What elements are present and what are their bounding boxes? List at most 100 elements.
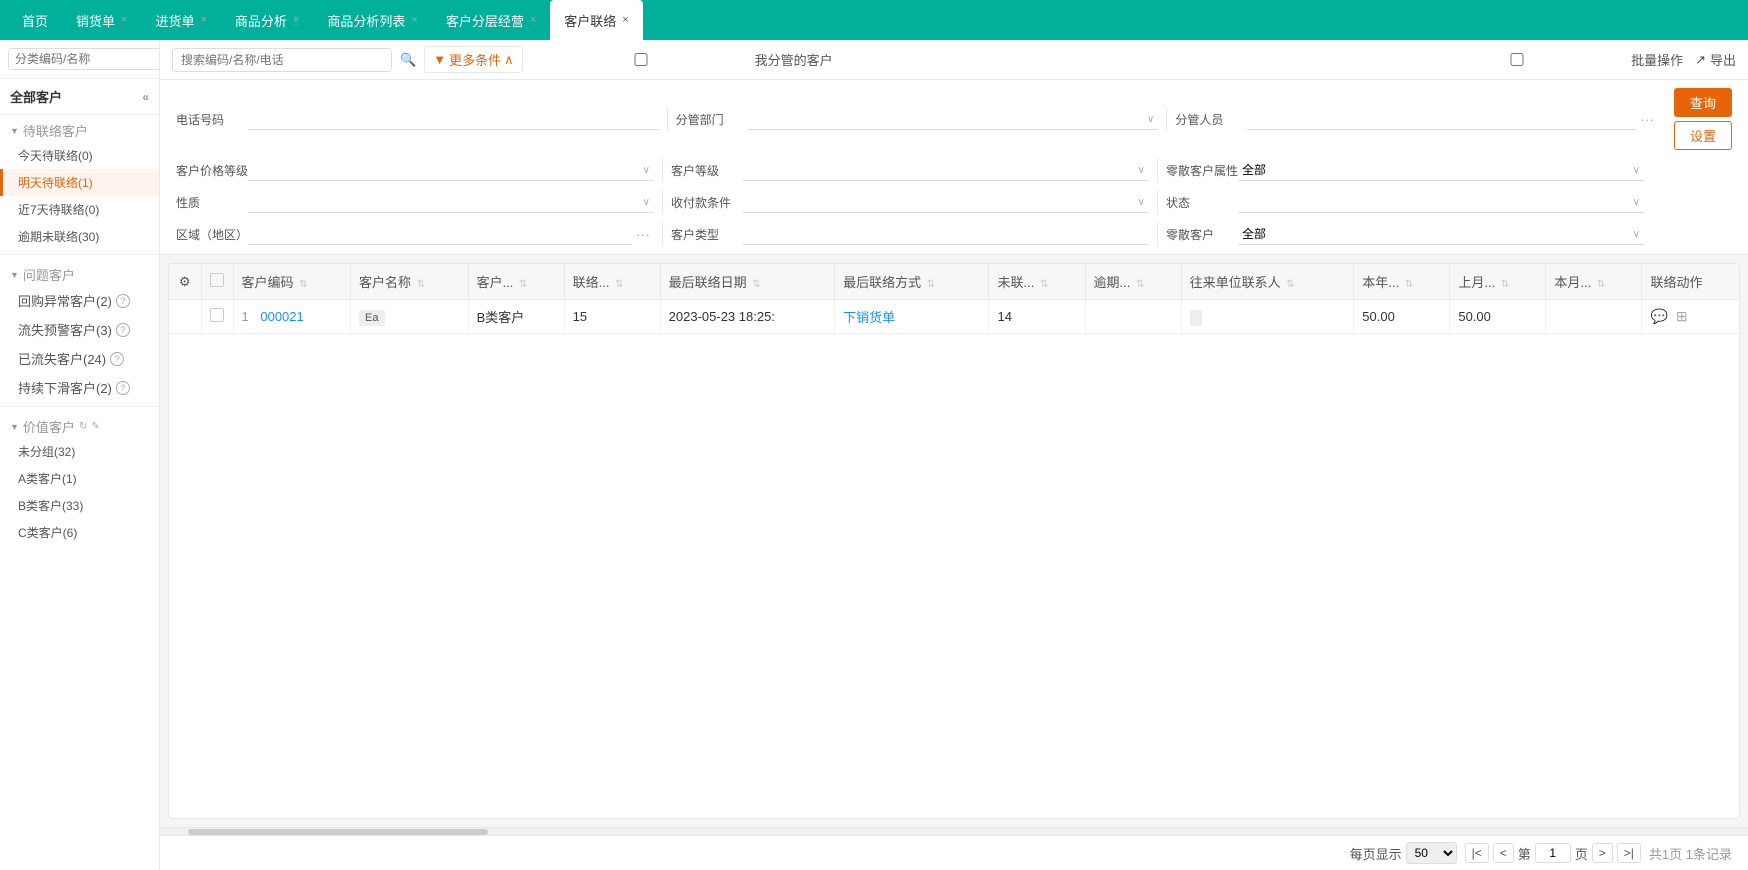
sidebar-item-today[interactable]: 今天待联络(0) xyxy=(0,142,159,169)
col-uncontacted-header[interactable]: 未联... ⇅ xyxy=(989,264,1085,300)
col-overdue-header[interactable]: 逾期... ⇅ xyxy=(1085,264,1181,300)
reset-button[interactable]: 设置 xyxy=(1674,121,1732,150)
my-customers-check[interactable] xyxy=(531,53,751,66)
sidebar-item-7days[interactable]: 近7天待联络(0) xyxy=(0,196,159,223)
sort-this-year-icon[interactable]: ⇅ xyxy=(1405,279,1413,290)
row-action-grid-icon[interactable]: ⊞ xyxy=(1676,308,1688,325)
status-select[interactable] xyxy=(1238,192,1644,213)
query-button[interactable]: 查询 xyxy=(1674,88,1732,117)
manager-input[interactable] xyxy=(1247,109,1636,130)
close-customer-contact[interactable]: × xyxy=(622,14,628,26)
col-contact-header[interactable]: 联络... ⇅ xyxy=(564,264,660,300)
scrollbar-thumb[interactable] xyxy=(188,829,488,835)
batch-operation-checkbox[interactable]: 批量操作 xyxy=(1407,50,1683,69)
close-product-analysis-list[interactable]: × xyxy=(411,14,417,26)
payment-select[interactable] xyxy=(743,192,1149,213)
nav-product-analysis[interactable]: 商品分析 × xyxy=(221,0,313,40)
more-conditions-button[interactable]: ▼ 更多条件 ∧ xyxy=(424,46,522,73)
page-size-select[interactable]: 50 20 100 200 xyxy=(1406,842,1457,864)
sort-this-month-icon[interactable]: ⇅ xyxy=(1597,279,1605,290)
sort-overdue-icon[interactable]: ⇅ xyxy=(1136,279,1144,290)
col-last-method-header[interactable]: 最后联络方式 ⇅ xyxy=(835,264,989,300)
info-icon-0[interactable]: ? xyxy=(116,294,130,308)
close-purchase-order[interactable]: × xyxy=(200,14,206,26)
sort-last-method-icon[interactable]: ⇅ xyxy=(927,279,935,290)
customer-type-input[interactable] xyxy=(743,224,1149,245)
region-dots-button[interactable]: ··· xyxy=(632,226,654,242)
first-page-button[interactable]: |< xyxy=(1465,843,1489,863)
horizontal-scrollbar[interactable] xyxy=(160,827,1748,835)
batch-op-check[interactable] xyxy=(1407,53,1627,66)
sort-last-month-icon[interactable]: ⇅ xyxy=(1501,279,1509,290)
manager-dots-button[interactable]: ··· xyxy=(1636,111,1658,127)
sort-uncontacted-icon[interactable]: ⇅ xyxy=(1040,279,1048,290)
row-last-method-link[interactable]: 下销货单 xyxy=(843,310,895,325)
col-this-month-header[interactable]: 本月... ⇅ xyxy=(1546,264,1642,300)
close-product-analysis[interactable]: × xyxy=(293,14,299,26)
sort-last-date-icon[interactable]: ⇅ xyxy=(752,279,760,290)
info-icon-3[interactable]: ? xyxy=(116,381,130,395)
sidebar-search-input[interactable] xyxy=(8,48,160,70)
sort-unit-contact-icon[interactable]: ⇅ xyxy=(1286,279,1294,290)
close-sales-order[interactable]: × xyxy=(121,14,127,26)
nav-customer-contact[interactable]: 客户联络 × xyxy=(550,0,642,40)
export-button[interactable]: ↗ 导出 xyxy=(1695,50,1736,69)
dept-select[interactable] xyxy=(748,109,1159,130)
sidebar-item-a-class[interactable]: A类客户(1) xyxy=(0,465,159,492)
row-unit-contact xyxy=(1181,300,1354,334)
sidebar-item-declining[interactable]: 持续下滑客户(2) ? xyxy=(0,373,159,402)
col-settings-header[interactable]: ⚙ xyxy=(169,264,201,300)
col-name-header[interactable]: 客户名称 ⇅ xyxy=(351,264,469,300)
nature-select[interactable] xyxy=(248,192,654,213)
customer-level-select[interactable] xyxy=(743,160,1149,181)
region-input[interactable] xyxy=(248,224,632,245)
retail-customer-select[interactable]: 全部 xyxy=(1238,224,1644,245)
sort-code-icon[interactable]: ⇅ xyxy=(299,279,307,290)
prev-page-button[interactable]: < xyxy=(1493,843,1514,863)
next-page-button[interactable]: > xyxy=(1592,843,1613,863)
search-button[interactable]: 🔍 xyxy=(400,52,416,68)
retail-attr-select[interactable]: 全部 xyxy=(1238,160,1644,181)
last-page-button[interactable]: >| xyxy=(1617,843,1641,863)
sidebar-group-pending-label[interactable]: 待联络客户 xyxy=(0,115,159,142)
info-icon-1[interactable]: ? xyxy=(116,323,130,337)
sidebar-item-ungroup[interactable]: 未分组(32) xyxy=(0,438,159,465)
sidebar-group-value-label[interactable]: 价值客户 ↻ ✎ xyxy=(0,411,159,438)
sidebar-item-repurchase-anomaly[interactable]: 回购异常客户(2) ? xyxy=(0,286,159,315)
row-action-chat-icon[interactable]: 💬 xyxy=(1650,308,1667,325)
sidebar-item-c-class[interactable]: C类客户(6) xyxy=(0,519,159,546)
col-unit-contact-header[interactable]: 往来单位联系人 ⇅ xyxy=(1181,264,1354,300)
price-level-select[interactable] xyxy=(248,160,654,181)
edit-icon[interactable]: ✎ xyxy=(91,421,99,432)
col-code-header[interactable]: 客户编码 ⇅ xyxy=(233,264,351,300)
sidebar-all-customers[interactable]: 全部客户 « xyxy=(0,79,159,115)
sidebar-item-tomorrow[interactable]: 明天待联络(1) xyxy=(0,169,159,196)
sidebar-item-churn-warning[interactable]: 流失预警客户(3) ? xyxy=(0,315,159,344)
info-icon-2[interactable]: ? xyxy=(110,352,124,366)
close-customer-tier[interactable]: × xyxy=(530,14,536,26)
header-checkbox[interactable] xyxy=(210,273,224,287)
refresh-icon[interactable]: ↻ xyxy=(79,421,87,432)
page-input[interactable] xyxy=(1535,843,1571,863)
sidebar-item-overdue[interactable]: 逾期未联络(30) xyxy=(0,223,159,250)
my-customers-checkbox[interactable]: 我分管的客户 xyxy=(531,50,833,69)
phone-input[interactable] xyxy=(248,109,659,130)
col-last-date-header[interactable]: 最后联络日期 ⇅ xyxy=(660,264,834,300)
nav-sales-order[interactable]: 销货单 × xyxy=(62,0,141,40)
nav-customer-tier[interactable]: 客户分层经营 × xyxy=(432,0,550,40)
sidebar-group-problem-label[interactable]: 问题客户 xyxy=(0,259,159,286)
row-code-link[interactable]: 000021 xyxy=(260,309,303,324)
col-last-month-header[interactable]: 上月... ⇅ xyxy=(1450,264,1546,300)
col-category-header[interactable]: 客户... ⇅ xyxy=(468,264,564,300)
row-checkbox[interactable] xyxy=(210,308,224,322)
sort-contact-icon[interactable]: ⇅ xyxy=(615,279,623,290)
sort-category-icon[interactable]: ⇅ xyxy=(519,279,527,290)
nav-purchase-order[interactable]: 进货单 × xyxy=(141,0,220,40)
col-this-year-header[interactable]: 本年... ⇅ xyxy=(1354,264,1450,300)
nav-product-analysis-list[interactable]: 商品分析列表 × xyxy=(313,0,431,40)
nav-home[interactable]: 首页 xyxy=(8,0,62,40)
sidebar-item-churned[interactable]: 已流失客户(24) ? xyxy=(0,344,159,373)
search-input[interactable] xyxy=(172,48,392,72)
sort-name-icon[interactable]: ⇅ xyxy=(417,279,425,290)
sidebar-item-b-class[interactable]: B类客户(33) xyxy=(0,492,159,519)
